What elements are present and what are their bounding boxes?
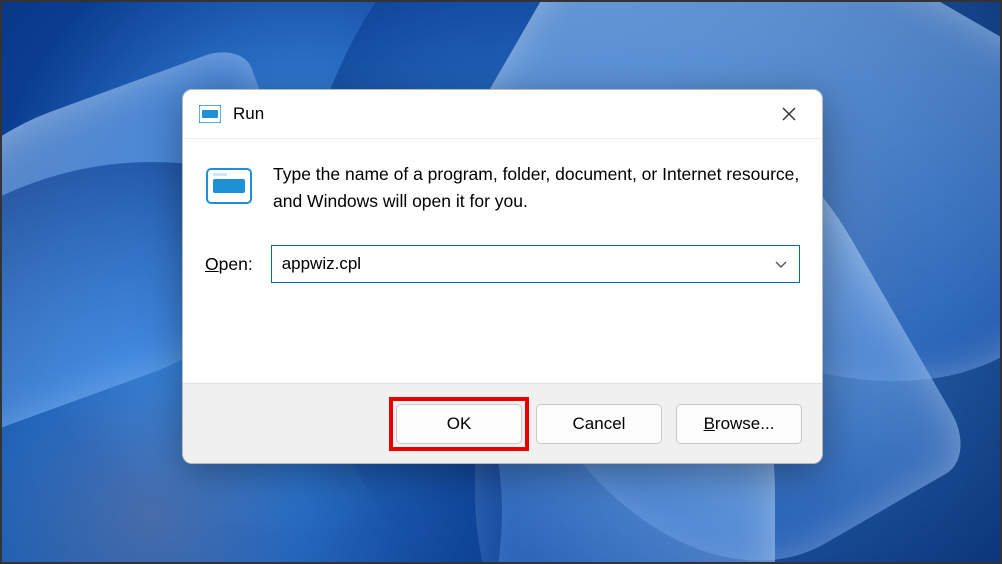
cancel-button[interactable]: Cancel	[536, 404, 662, 444]
close-icon	[782, 107, 796, 121]
run-large-icon	[205, 165, 253, 213]
button-bar: OK Cancel Browse...	[183, 383, 822, 463]
dialog-description: Type the name of a program, folder, docu…	[273, 161, 800, 215]
ok-button[interactable]: OK	[396, 404, 522, 444]
titlebar[interactable]: Run	[183, 90, 822, 139]
chevron-down-icon[interactable]	[771, 257, 791, 272]
dialog-title: Run	[233, 104, 766, 124]
open-combobox[interactable]	[271, 245, 800, 283]
screenshot-frame: Run Type the name of a program, folder, …	[0, 0, 1002, 564]
open-label: Open:	[205, 254, 253, 275]
run-dialog: Run Type the name of a program, folder, …	[182, 89, 823, 464]
close-button[interactable]	[766, 93, 812, 135]
run-icon	[199, 104, 221, 124]
dialog-body: Type the name of a program, folder, docu…	[183, 139, 822, 383]
browse-button[interactable]: Browse...	[676, 404, 802, 444]
open-input[interactable]	[282, 254, 771, 274]
